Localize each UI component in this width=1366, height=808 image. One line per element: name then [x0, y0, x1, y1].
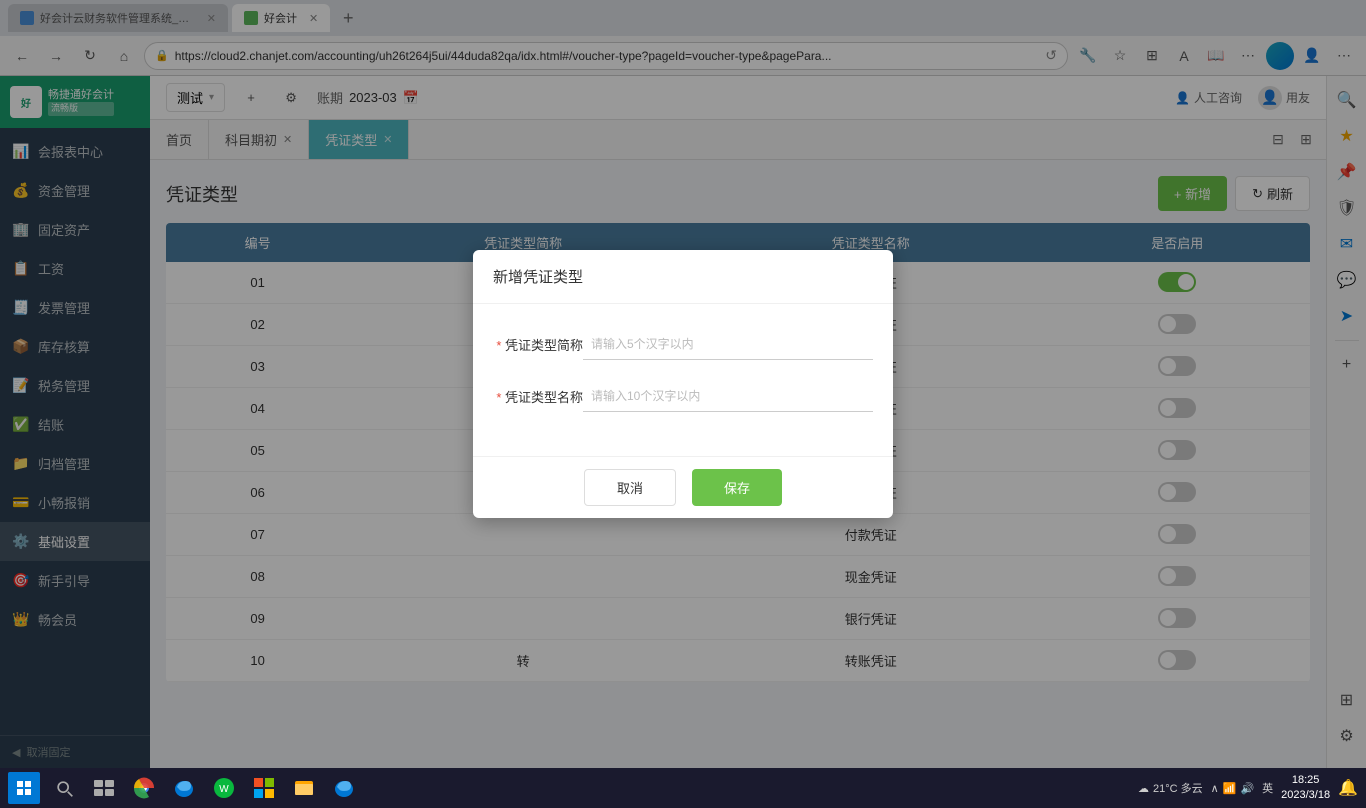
time-display: 18:25: [1281, 773, 1330, 788]
form-row-short: * * 凭证类型简称凭证类型简称: [493, 328, 873, 360]
lang-indicator[interactable]: 英: [1262, 780, 1273, 796]
taskbar-task-view[interactable]: [88, 772, 120, 804]
weather-text: 21°C 多云: [1153, 780, 1203, 796]
date-display: 2023/3/18: [1281, 788, 1330, 803]
taskbar-system-tray[interactable]: ∧ 📶 🔊: [1211, 782, 1254, 795]
taskbar-edge[interactable]: [168, 772, 200, 804]
required-star-short: *: [496, 338, 505, 353]
taskbar-chrome[interactable]: [128, 772, 160, 804]
required-star-name: *: [496, 390, 505, 405]
dialog-body: * * 凭证类型简称凭证类型简称 * 凭证类型名称: [473, 304, 893, 456]
taskbar-wechat[interactable]: W: [208, 772, 240, 804]
taskbar-files[interactable]: [288, 772, 320, 804]
taskbar-right: ☁ 21°C 多云 ∧ 📶 🔊 英 18:25 2023/3/18 🔔: [1138, 773, 1358, 804]
add-voucher-dialog: 新增凭证类型 * * 凭证类型简称凭证类型简称 * 凭证类型名称 取消 保存: [473, 250, 893, 518]
form-label-short: * * 凭证类型简称凭证类型简称: [493, 335, 583, 354]
form-row-name: * 凭证类型名称: [493, 380, 873, 412]
start-button[interactable]: [8, 772, 40, 804]
taskbar-store[interactable]: [248, 772, 280, 804]
cancel-button[interactable]: 取消: [584, 469, 676, 506]
dialog-footer: 取消 保存: [473, 456, 893, 518]
weather-icon: ☁: [1138, 782, 1149, 795]
taskbar-time[interactable]: 18:25 2023/3/18: [1281, 773, 1330, 804]
taskbar-search[interactable]: [48, 772, 80, 804]
dialog-overlay: 新增凭证类型 * * 凭证类型简称凭证类型简称 * 凭证类型名称 取消 保存: [0, 0, 1366, 768]
taskbar: W ☁ 21°C 多云 ∧ 📶 🔊 英 18:25 2023/3/18 🔔: [0, 768, 1366, 808]
name-input[interactable]: [583, 380, 873, 412]
notification-btn[interactable]: 🔔: [1338, 778, 1358, 798]
svg-text:W: W: [219, 784, 229, 795]
form-label-name: * 凭证类型名称: [493, 387, 583, 406]
weather-widget: ☁ 21°C 多云: [1138, 780, 1203, 796]
short-input[interactable]: [583, 328, 873, 360]
save-button[interactable]: 保存: [692, 469, 782, 506]
taskbar-edge-2[interactable]: [328, 772, 360, 804]
dialog-header: 新增凭证类型: [473, 250, 893, 304]
